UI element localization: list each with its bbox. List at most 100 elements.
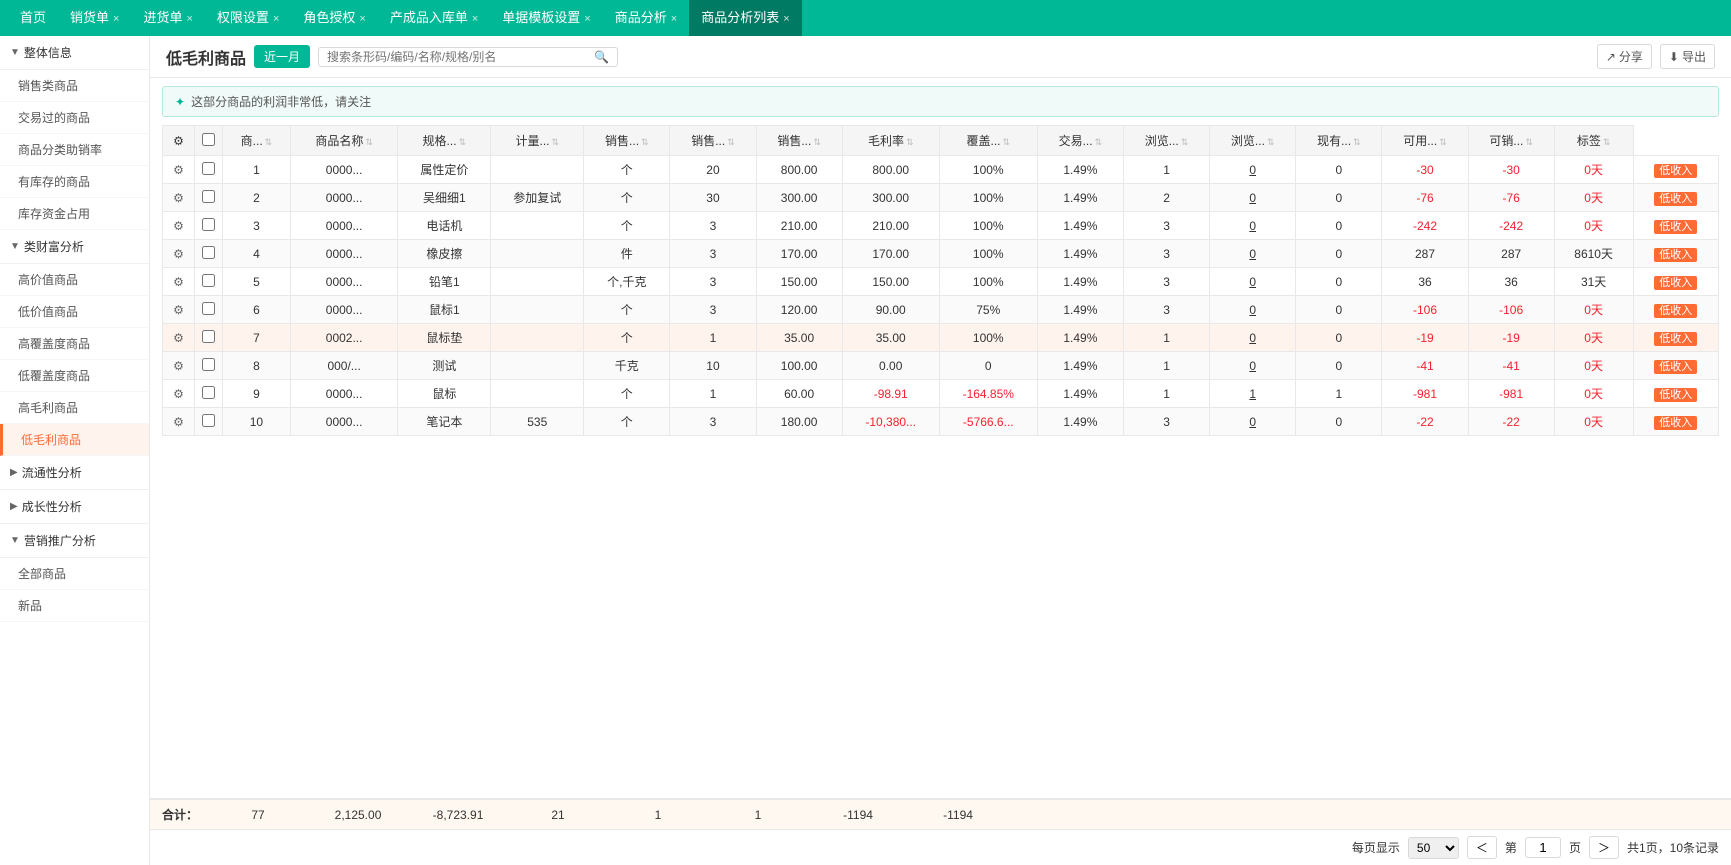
close-tab-icon[interactable]: × [113, 13, 119, 25]
browse1-cell[interactable]: 0 [1210, 184, 1296, 212]
close-tab-icon[interactable]: × [186, 13, 192, 25]
sales-qty-cell: 10 [670, 352, 756, 380]
close-tab-icon[interactable]: × [783, 13, 789, 25]
page-size-select[interactable]: 50 20 100 [1408, 837, 1459, 859]
available-cell: -242 [1468, 212, 1554, 240]
tag-badge: 低收入 [1654, 388, 1697, 402]
sellable-cell: 0天 [1554, 296, 1633, 324]
browse2-cell: 0 [1296, 408, 1382, 436]
close-tab-icon[interactable]: × [671, 13, 677, 25]
close-tab-icon[interactable]: × [584, 13, 590, 25]
settings-cell[interactable]: ⚙ [163, 212, 195, 240]
settings-cell[interactable]: ⚙ [163, 296, 195, 324]
browse1-cell[interactable]: 0 [1210, 352, 1296, 380]
checkbox-cell[interactable] [195, 156, 223, 184]
nav-item-首页[interactable]: 首页 [8, 0, 58, 36]
nav-item-商品分析列表[interactable]: 商品分析列表× [689, 0, 801, 36]
close-tab-icon[interactable]: × [472, 13, 478, 25]
export-button[interactable]: ⬇ 导出 [1660, 44, 1715, 69]
row-checkbox[interactable] [202, 414, 215, 427]
row-checkbox[interactable] [202, 358, 215, 371]
row-checkbox[interactable] [202, 246, 215, 259]
browse1-cell[interactable]: 0 [1210, 240, 1296, 268]
unit-cell: 个 [584, 156, 670, 184]
sidebar-section-流通性分析[interactable]: ▶流通性分析 [0, 456, 149, 490]
browse1-cell[interactable]: 0 [1210, 268, 1296, 296]
sidebar-item-低价值商品[interactable]: 低价值商品 [0, 296, 149, 328]
select-all-checkbox[interactable] [202, 133, 215, 146]
browse1-cell[interactable]: 0 [1210, 212, 1296, 240]
sidebar-item-交易过的商品[interactable]: 交易过的商品 [0, 102, 149, 134]
checkbox-cell[interactable] [195, 380, 223, 408]
nav-item-销货单[interactable]: 销货单× [58, 0, 131, 36]
browse1-cell[interactable]: 0 [1210, 324, 1296, 352]
settings-cell[interactable]: ⚙ [163, 408, 195, 436]
settings-cell[interactable]: ⚙ [163, 324, 195, 352]
sidebar: ▼整体信息销售类商品交易过的商品商品分类助销率有库存的商品库存资金占用▼类财富分… [0, 36, 150, 865]
checkbox-cell[interactable] [195, 240, 223, 268]
prev-page-button[interactable]: ＜ [1467, 836, 1497, 859]
row-checkbox[interactable] [202, 218, 215, 231]
checkbox-col-header[interactable] [195, 126, 223, 156]
nav-item-单据模板设置[interactable]: 单据模板设置× [490, 0, 602, 36]
gross-margin-cell: 100% [939, 268, 1037, 296]
search-input[interactable] [327, 50, 594, 64]
sidebar-item-高毛利商品[interactable]: 高毛利商品 [0, 392, 149, 424]
nav-item-权限设置[interactable]: 权限设置× [205, 0, 291, 36]
sidebar-item-库存资金占用[interactable]: 库存资金占用 [0, 198, 149, 230]
gross-margin-cell: 75% [939, 296, 1037, 324]
row-checkbox[interactable] [202, 162, 215, 175]
browse1-cell[interactable]: 1 [1210, 380, 1296, 408]
settings-cell[interactable]: ⚙ [163, 352, 195, 380]
sidebar-section-类财富分析[interactable]: ▼类财富分析 [0, 230, 149, 264]
nav-item-产成品入库单[interactable]: 产成品入库单× [378, 0, 490, 36]
sales-qty-cell: 3 [670, 408, 756, 436]
row-checkbox[interactable] [202, 330, 215, 343]
browse1-cell[interactable]: 0 [1210, 156, 1296, 184]
sidebar-item-销售类商品[interactable]: 销售类商品 [0, 70, 149, 102]
checkbox-cell[interactable] [195, 268, 223, 296]
tag-cell: 低收入 [1633, 324, 1719, 352]
sidebar-item-高价值商品[interactable]: 高价值商品 [0, 264, 149, 296]
sidebar-item-新品[interactable]: 新品 [0, 590, 149, 622]
sidebar-item-低毛利商品[interactable]: 低毛利商品 [0, 424, 149, 456]
page-number-input[interactable] [1525, 837, 1561, 858]
checkbox-cell[interactable] [195, 184, 223, 212]
close-tab-icon[interactable]: × [273, 13, 279, 25]
settings-col-header[interactable]: ⚙ [163, 126, 195, 156]
checkbox-cell[interactable] [195, 408, 223, 436]
sidebar-section-成长性分析[interactable]: ▶成长性分析 [0, 490, 149, 524]
nav-item-进货单[interactable]: 进货单× [131, 0, 204, 36]
tag-cell: 低收入 [1633, 268, 1719, 296]
row-checkbox[interactable] [202, 386, 215, 399]
nav-item-商品分析[interactable]: 商品分析× [603, 0, 689, 36]
sidebar-item-高覆盖度商品[interactable]: 高覆盖度商品 [0, 328, 149, 360]
share-button[interactable]: ↗ 分享 [1597, 44, 1652, 69]
settings-cell[interactable]: ⚙ [163, 268, 195, 296]
checkbox-cell[interactable] [195, 324, 223, 352]
settings-cell[interactable]: ⚙ [163, 240, 195, 268]
code-col-header: 商...⇅ [223, 126, 291, 156]
settings-cell[interactable]: ⚙ [163, 184, 195, 212]
close-tab-icon[interactable]: × [359, 13, 365, 25]
checkbox-cell[interactable] [195, 352, 223, 380]
sidebar-item-低覆盖度商品[interactable]: 低覆盖度商品 [0, 360, 149, 392]
row-checkbox[interactable] [202, 190, 215, 203]
sidebar-item-商品分类助销率[interactable]: 商品分类助销率 [0, 134, 149, 166]
settings-cell[interactable]: ⚙ [163, 156, 195, 184]
browse1-cell[interactable]: 0 [1210, 296, 1296, 324]
row-checkbox[interactable] [202, 274, 215, 287]
next-page-button[interactable]: ＞ [1589, 836, 1619, 859]
sidebar-section-整体信息[interactable]: ▼整体信息 [0, 36, 149, 70]
sidebar-section-营销推广分析[interactable]: ▼营销推广分析 [0, 524, 149, 558]
row-checkbox[interactable] [202, 302, 215, 315]
settings-cell[interactable]: ⚙ [163, 380, 195, 408]
current-stock-cell: 36 [1382, 268, 1468, 296]
nav-item-角色授权[interactable]: 角色授权× [291, 0, 377, 36]
sidebar-item-有库存的商品[interactable]: 有库存的商品 [0, 166, 149, 198]
browse1-cell[interactable]: 0 [1210, 408, 1296, 436]
checkbox-cell[interactable] [195, 212, 223, 240]
sidebar-item-全部商品[interactable]: 全部商品 [0, 558, 149, 590]
checkbox-cell[interactable] [195, 296, 223, 324]
filter-button[interactable]: 近一月 [254, 45, 310, 68]
